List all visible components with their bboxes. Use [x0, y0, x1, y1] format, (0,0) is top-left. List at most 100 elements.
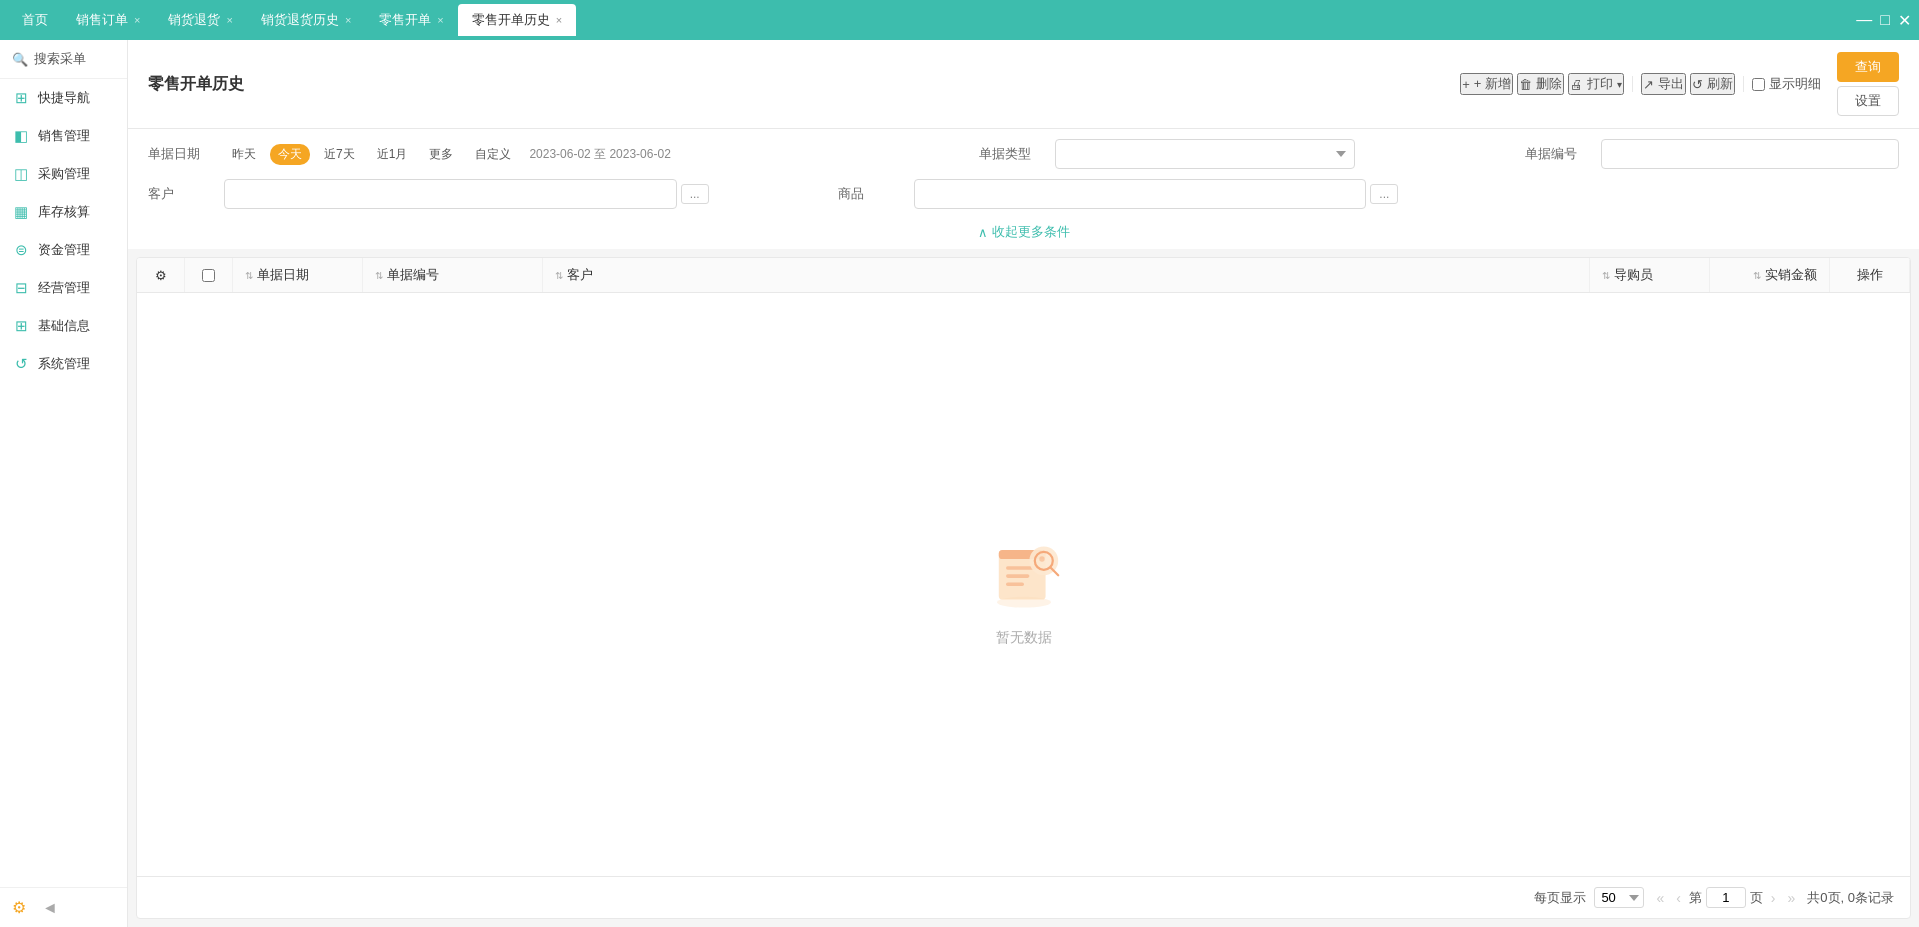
th-checkbox [185, 258, 233, 292]
tab-bar: 首页 销售订单 × 销货退货 × 销货退货历史 × 零售开单 × 零售开单历史 … [0, 0, 1919, 40]
maximize-button[interactable]: □ [1880, 11, 1890, 30]
close-tab-retail-open[interactable]: × [437, 14, 443, 26]
sidebar-item-quick-nav[interactable]: ⊞ 快捷导航 [0, 79, 127, 117]
empty-illustration [979, 523, 1069, 613]
print-dropdown-icon: ▾ [1617, 79, 1622, 90]
customer-input[interactable] [224, 179, 677, 209]
customer-label: 客户 [148, 185, 208, 203]
date-option-1month[interactable]: 近1月 [369, 144, 416, 165]
window-controls: — □ ✕ [1856, 11, 1911, 30]
sidebar-item-inventory[interactable]: ▦ 库存核算 [0, 193, 127, 231]
print-icon: 🖨 [1570, 77, 1583, 92]
search-icon: 🔍 [12, 52, 28, 67]
system-mgmt-icon: ↺ [12, 355, 30, 373]
sidebar-item-sales-mgmt[interactable]: ◧ 销售管理 [0, 117, 127, 155]
toolbar-divider2 [1743, 76, 1744, 92]
goods-input[interactable] [914, 179, 1367, 209]
tab-sales-return-history[interactable]: 销货退货历史 × [247, 4, 365, 36]
filter-settings-button[interactable]: 设置 [1837, 86, 1899, 116]
sort-date-icon: ⇅ [245, 270, 253, 281]
goods-ellipsis-button[interactable]: ... [1370, 184, 1398, 204]
sidebar-search[interactable]: 🔍 搜索采单 [0, 40, 127, 79]
display-detail-checkbox[interactable] [1752, 78, 1765, 91]
page-size-select[interactable]: 50 10 20 100 [1594, 887, 1644, 908]
doc-type-select[interactable] [1055, 139, 1355, 169]
close-tab-retail-open-history[interactable]: × [556, 14, 562, 26]
th-customer[interactable]: ⇅ 客户 [543, 258, 1590, 292]
sidebar-item-purchase-mgmt[interactable]: ◫ 采购管理 [0, 155, 127, 193]
close-tab-sales-return-history[interactable]: × [345, 14, 351, 26]
date-option-today[interactable]: 今天 [270, 144, 310, 165]
th-date[interactable]: ⇅ 单据日期 [233, 258, 363, 292]
date-option-yesterday[interactable]: 昨天 [224, 144, 264, 165]
inventory-icon: ▦ [12, 203, 30, 221]
column-settings-icon[interactable]: ⚙ [155, 268, 167, 283]
date-options: 昨天 今天 近7天 近1月 更多 自定义 2023-06-02 至 2023-0… [224, 144, 671, 165]
date-option-7days[interactable]: 近7天 [316, 144, 363, 165]
sidebar-item-basic-info[interactable]: ⊞ 基础信息 [0, 307, 127, 345]
last-page-button[interactable]: » [1784, 888, 1800, 908]
filter-row-1: 单据日期 昨天 今天 近7天 近1月 更多 自定义 2023-06-02 至 2… [148, 139, 1899, 169]
main-layout: 🔍 搜索采单 ⊞ 快捷导航 ◧ 销售管理 ◫ 采购管理 ▦ 库存核算 ⊜ 资金管… [0, 40, 1919, 927]
query-button[interactable]: 查询 [1837, 52, 1899, 82]
quick-nav-icon: ⊞ [12, 89, 30, 107]
prev-page-button[interactable]: ‹ [1672, 888, 1685, 908]
customer-ellipsis-button[interactable]: ... [681, 184, 709, 204]
th-ops: 操作 [1830, 258, 1910, 292]
doc-number-label: 单据编号 [1525, 145, 1585, 163]
th-guide[interactable]: ⇅ 导购员 [1590, 258, 1710, 292]
sidebar-bottom: ⚙ ◄ [0, 887, 127, 927]
sidebar-item-operations[interactable]: ⊟ 经营管理 [0, 269, 127, 307]
tab-home[interactable]: 首页 [8, 4, 62, 36]
sidebar-collapse-icon[interactable]: ◄ [42, 899, 58, 917]
sidebar-item-finance[interactable]: ⊜ 资金管理 [0, 231, 127, 269]
pagination: 每页显示 50 10 20 100 « ‹ 第 页 › » 共0页, 0条记录 [137, 876, 1910, 918]
page-size-label: 每页显示 [1534, 889, 1586, 907]
refresh-button[interactable]: ↺ 刷新 [1690, 73, 1735, 95]
tab-sales-return[interactable]: 销货退货 × [154, 4, 246, 36]
tab-retail-open-history[interactable]: 零售开单历史 × [458, 4, 576, 36]
add-icon: + [1462, 77, 1470, 92]
toolbar-divider [1632, 76, 1633, 92]
page-number-input[interactable] [1706, 887, 1746, 908]
th-settings[interactable]: ⚙ [137, 258, 185, 292]
display-detail-button[interactable]: 显示明细 [1752, 75, 1821, 93]
doc-type-label: 单据类型 [979, 145, 1039, 163]
close-tab-sales-order[interactable]: × [134, 14, 140, 26]
collapse-more-button[interactable]: ∧ 收起更多条件 [148, 219, 1899, 245]
doc-number-input[interactable] [1601, 139, 1899, 169]
date-option-custom[interactable]: 自定义 [467, 144, 519, 165]
tab-retail-open[interactable]: 零售开单 × [365, 4, 457, 36]
sidebar-item-system-mgmt[interactable]: ↺ 系统管理 [0, 345, 127, 383]
export-button[interactable]: ↗ 导出 [1641, 73, 1686, 95]
page-header: 零售开单历史 + + 新增 🗑 删除 🖨 打印 ▾ ↗ 导 [128, 40, 1919, 129]
date-option-more[interactable]: 更多 [421, 144, 461, 165]
operations-icon: ⊟ [12, 279, 30, 297]
sales-mgmt-icon: ◧ [12, 127, 30, 145]
print-button[interactable]: 🖨 打印 ▾ [1568, 73, 1624, 95]
page-suffix: 页 [1750, 889, 1763, 907]
svg-rect-4 [1006, 574, 1029, 578]
th-number[interactable]: ⇅ 单据编号 [363, 258, 543, 292]
table-area: ⚙ ⇅ 单据日期 ⇅ 单据编号 ⇅ 客户 ⇅ [136, 257, 1911, 919]
sort-amount-icon: ⇅ [1753, 270, 1761, 281]
th-amount[interactable]: ⇅ 实销金额 [1710, 258, 1830, 292]
settings-gear-icon[interactable]: ⚙ [12, 898, 26, 917]
collapse-more-icon: ∧ [978, 225, 988, 240]
delete-button[interactable]: 🗑 删除 [1517, 73, 1564, 95]
next-page-button[interactable]: › [1767, 888, 1780, 908]
first-page-button[interactable]: « [1652, 888, 1668, 908]
minimize-button[interactable]: — [1856, 11, 1872, 30]
add-button[interactable]: + + 新增 [1460, 73, 1513, 95]
refresh-icon: ↺ [1692, 77, 1703, 92]
total-record-text: 共0页, 0条记录 [1807, 889, 1894, 907]
page-word: 第 [1689, 889, 1702, 907]
close-tab-sales-return[interactable]: × [226, 14, 232, 26]
tab-sales-order[interactable]: 销售订单 × [62, 4, 154, 36]
basic-info-icon: ⊞ [12, 317, 30, 335]
select-all-checkbox[interactable] [202, 269, 215, 282]
window-close-button[interactable]: ✕ [1898, 11, 1911, 30]
sidebar: 🔍 搜索采单 ⊞ 快捷导航 ◧ 销售管理 ◫ 采购管理 ▦ 库存核算 ⊜ 资金管… [0, 40, 128, 927]
sort-number-icon: ⇅ [375, 270, 383, 281]
sort-customer-icon: ⇅ [555, 270, 563, 281]
